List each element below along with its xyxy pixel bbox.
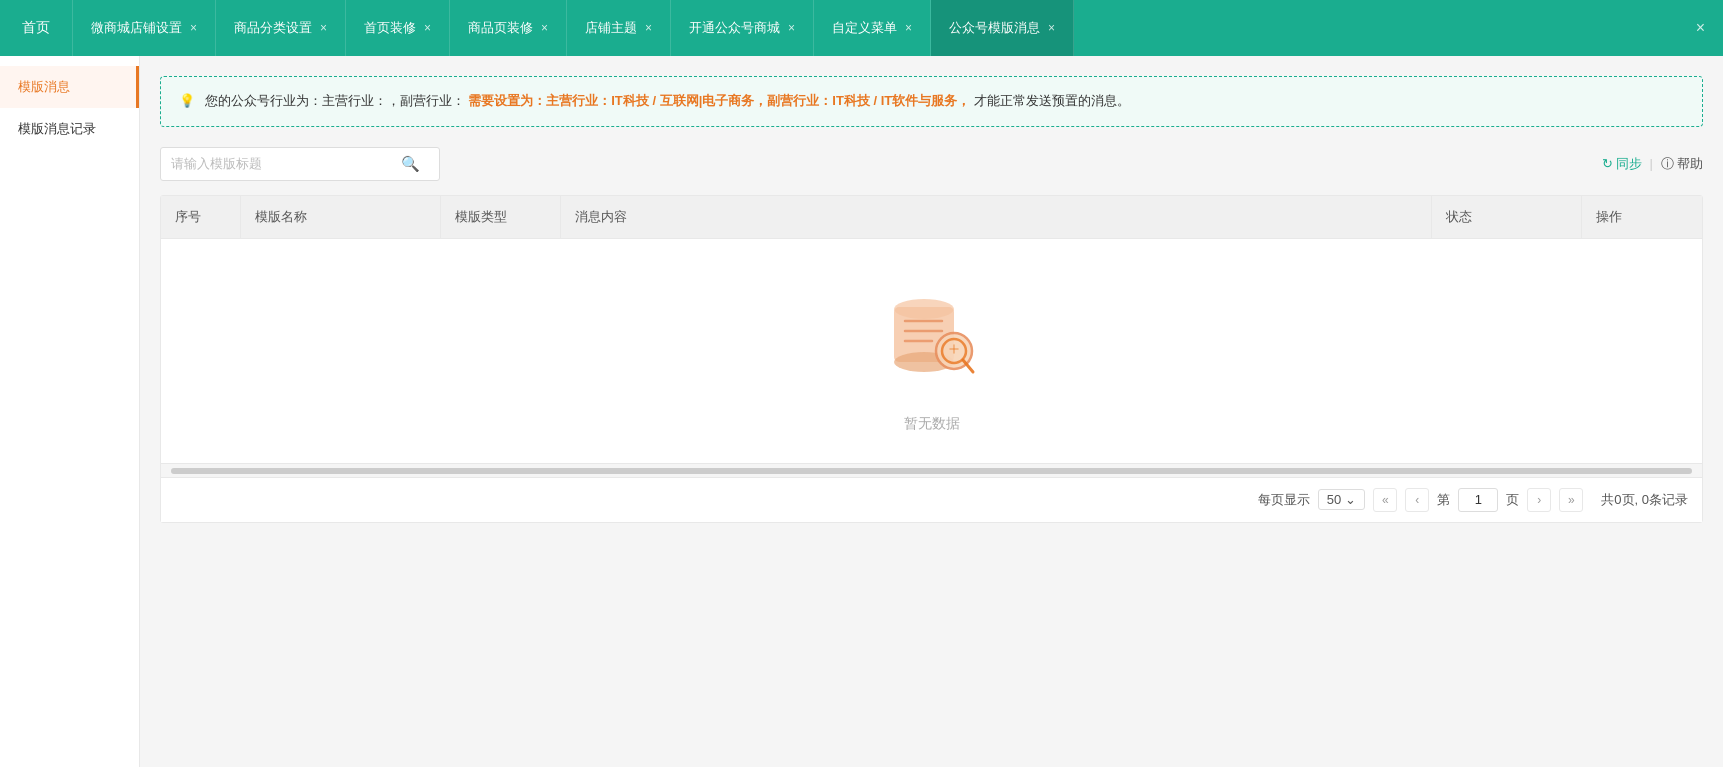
nav-label-product-decor: 商品页装修 [468,19,533,37]
notice-text-1: 您的公众号行业为：主营行业：，副营行业： [205,93,465,108]
sidebar-label-template-record: 模版消息记录 [18,121,96,136]
col-header-content: 消息内容 [561,196,1432,238]
nav-item-product-decor[interactable]: 商品页装修 × [450,0,567,56]
close-icon-open-mall[interactable]: × [788,21,795,35]
goto-label: 第 [1437,491,1450,509]
search-icon[interactable]: 🔍 [401,155,420,173]
nav-label-home-decor: 首页装修 [364,19,416,37]
nav-item-home[interactable]: 首页 [0,0,73,56]
sidebar-label-template-message: 模版消息 [18,79,70,94]
sync-icon: ↻ [1602,156,1613,171]
nav-item-shop-settings[interactable]: 微商城店铺设置 × [73,0,216,56]
page-suffix: 页 [1506,491,1519,509]
nav-label-category-settings: 商品分类设置 [234,19,312,37]
notice-highlight: 需要设置为：主营行业：IT科技 / 互联网|电子商务，副营行业：IT科技 / I… [468,93,970,108]
nav-item-template-msg[interactable]: 公众号模版消息 × [931,0,1074,56]
first-page-button[interactable]: « [1373,488,1397,512]
top-navigation: 首页 微商城店铺设置 × 商品分类设置 × 首页装修 × 商品页装修 × 店铺主… [0,0,1723,56]
close-icon-shop-settings[interactable]: × [190,21,197,35]
col-header-type: 模版类型 [441,196,561,238]
nav-item-custom-menu[interactable]: 自定义菜单 × [814,0,931,56]
next-page-icon: › [1537,493,1541,507]
nav-label-home: 首页 [22,19,50,37]
next-page-button[interactable]: › [1527,488,1551,512]
search-bar: 🔍 ↻ 同步 | ⓘ 帮助 [160,147,1703,181]
close-icon-store-theme[interactable]: × [645,21,652,35]
nav-item-home-decor[interactable]: 首页装修 × [346,0,450,56]
help-label: 帮助 [1677,155,1703,173]
sidebar-item-template-message[interactable]: 模版消息 [0,66,139,108]
prev-page-button[interactable]: ‹ [1405,488,1429,512]
page-size-label: 每页显示 [1258,491,1310,509]
page-number-input[interactable] [1458,488,1498,512]
notice-text-2: 才能正常发送预置的消息。 [974,93,1130,108]
close-all-tabs-button[interactable]: × [1678,0,1723,56]
sync-button[interactable]: ↻ 同步 [1602,155,1642,173]
chevron-down-icon: ⌄ [1345,492,1356,507]
nav-label-store-theme: 店铺主题 [585,19,637,37]
nav-label-shop-settings: 微商城店铺设置 [91,19,182,37]
toolbar-right: ↻ 同步 | ⓘ 帮助 [1602,155,1703,173]
first-page-icon: « [1382,493,1389,507]
main-content: 💡 您的公众号行业为：主营行业：，副营行业： 需要设置为：主营行业：IT科技 /… [140,56,1723,767]
pagination: 每页显示 50 ⌄ « ‹ 第 页 › » [161,477,1702,522]
notice-box: 💡 您的公众号行业为：主营行业：，副营行业： 需要设置为：主营行业：IT科技 /… [160,76,1703,127]
nav-label-custom-menu: 自定义菜单 [832,19,897,37]
page-size-value: 50 [1327,492,1341,507]
sync-label: 同步 [1616,155,1642,173]
close-icon-custom-menu[interactable]: × [905,21,912,35]
nav-item-open-mall[interactable]: 开通公众号商城 × [671,0,814,56]
notice-icon: 💡 [179,93,195,108]
col-header-action: 操作 [1582,196,1702,238]
empty-text: 暂无数据 [904,415,960,433]
nav-label-template-msg: 公众号模版消息 [949,19,1040,37]
scrollbar-thumb[interactable] [171,468,1692,474]
nav-label-open-mall: 开通公众号商城 [689,19,780,37]
col-header-status: 状态 [1432,196,1582,238]
last-page-button[interactable]: » [1559,488,1583,512]
page-size-select[interactable]: 50 ⌄ [1318,489,1365,510]
help-icon: ⓘ [1661,155,1674,173]
page-layout: 模版消息 模版消息记录 💡 您的公众号行业为：主营行业：，副营行业： 需要设置为… [0,56,1723,767]
total-label: 共0页, 0条记录 [1601,491,1688,509]
toolbar-divider: | [1650,156,1653,171]
nav-item-store-theme[interactable]: 店铺主题 × [567,0,671,56]
sidebar-item-template-record[interactable]: 模版消息记录 [0,108,139,150]
help-button[interactable]: ⓘ 帮助 [1661,155,1703,173]
close-icon-template-msg[interactable]: × [1048,21,1055,35]
close-icon-product-decor[interactable]: × [541,21,548,35]
col-header-index: 序号 [161,196,241,238]
data-table: 序号 模版名称 模版类型 消息内容 状态 操作 [160,195,1703,523]
horizontal-scrollbar[interactable] [161,463,1702,477]
search-input[interactable] [171,156,401,171]
empty-state: 暂无数据 [161,239,1702,463]
col-header-name: 模版名称 [241,196,441,238]
sidebar: 模版消息 模版消息记录 [0,56,140,767]
close-icon-home-decor[interactable]: × [424,21,431,35]
search-input-wrap[interactable]: 🔍 [160,147,440,181]
empty-illustration [872,279,992,399]
table-header: 序号 模版名称 模版类型 消息内容 状态 操作 [161,196,1702,239]
close-icon-category-settings[interactable]: × [320,21,327,35]
last-page-icon: » [1568,493,1575,507]
prev-page-icon: ‹ [1415,493,1419,507]
nav-item-category-settings[interactable]: 商品分类设置 × [216,0,346,56]
